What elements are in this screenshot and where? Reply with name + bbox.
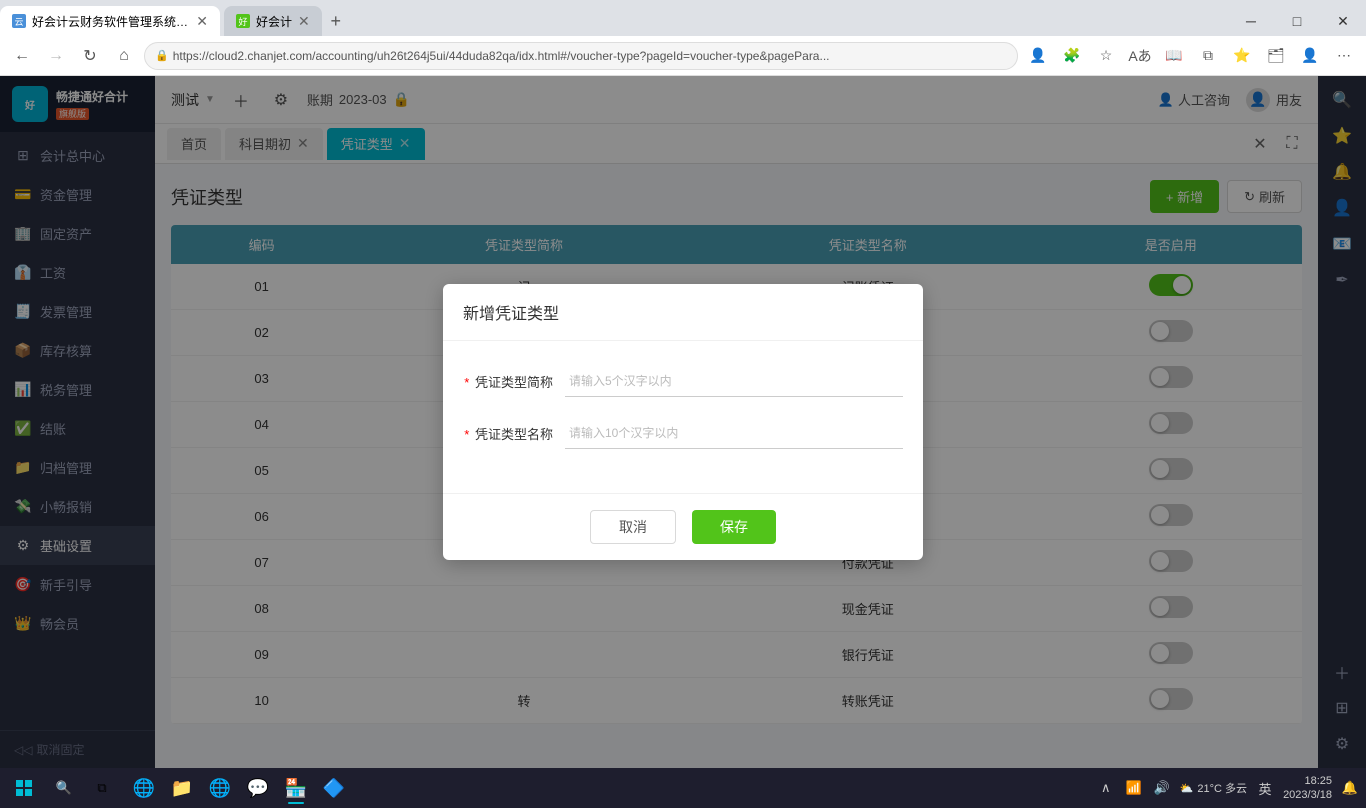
search-taskbar-button[interactable]: 🔍 (46, 770, 82, 806)
modal-footer: 取消 保存 (443, 493, 923, 560)
taskbar-right: ∧ 📶 🔊 ⛅ 21°C 多云 英 18:25 2023/3/18 🔔 (1094, 774, 1362, 803)
weather-text: 21°C 多云 (1197, 780, 1247, 796)
url-input[interactable]: 🔒 https://cloud2.chanjet.com/accounting/… (144, 42, 1018, 70)
tab-title-2: 好会计 (256, 13, 292, 30)
save-button[interactable]: 保存 (692, 510, 776, 544)
taskbar-sound-icon[interactable]: 🔊 (1150, 776, 1174, 800)
taskbar-edge-app[interactable]: 🌐 (126, 770, 162, 806)
taskbar-wechat-app[interactable]: 💬 (240, 770, 276, 806)
form-row-name: * 凭证类型名称 (463, 417, 903, 449)
home-button[interactable]: ⌂ (110, 42, 138, 70)
new-tab-button[interactable]: + (322, 7, 350, 35)
short-input[interactable] (565, 365, 903, 397)
taskbar-edge2-app[interactable]: 🔷 (316, 770, 352, 806)
extensions-button[interactable]: 🧩 (1058, 42, 1086, 70)
collection-button[interactable]: 🗂 (1262, 42, 1290, 70)
modal-body: * 凭证类型简称 * 凭证类型名称 (443, 341, 923, 493)
name-input[interactable] (565, 417, 903, 449)
tab-bar: 云 好会计云财务软件管理系统_会计 ✕ 好 好会计 ✕ + ─ □ ✕ (0, 0, 1366, 36)
taskbar: 🔍 ⧉ 🌐 📁 🌐 💬 🏪 🔷 ∧ 📶 🔊 ⛅ 21°C 多云 英 18:25 … (0, 768, 1366, 808)
name-label: * 凭证类型名称 (463, 424, 553, 443)
taskbar-sys-icons: ∧ 📶 🔊 (1094, 776, 1174, 800)
window-controls: ─ □ ✕ (1228, 6, 1366, 36)
form-row-short: * 凭证类型简称 (463, 365, 903, 397)
minimize-button[interactable]: ─ (1228, 6, 1274, 36)
add-voucher-type-modal: 新增凭证类型 * 凭证类型简称 * 凭证类型名称 取消 保存 (443, 284, 923, 560)
maximize-button[interactable]: □ (1274, 6, 1320, 36)
translate-button[interactable]: Aあ (1126, 42, 1154, 70)
taskbar-up-arrow[interactable]: ∧ (1094, 776, 1118, 800)
tab-favicon-1: 云 (12, 14, 26, 28)
avatar-button[interactable]: 👤 (1296, 42, 1324, 70)
reload-button[interactable]: ↻ (76, 42, 104, 70)
forward-button[interactable]: → (42, 42, 70, 70)
fav-button[interactable]: ⭐ (1228, 42, 1256, 70)
taskbar-apps: 🌐 📁 🌐 💬 🏪 🔷 (126, 770, 352, 806)
modal-title: 新增凭证类型 (463, 306, 559, 323)
taskbar-explorer-app[interactable]: 📁 (164, 770, 200, 806)
close-button[interactable]: ✕ (1320, 6, 1366, 36)
taskbar-chrome-app[interactable]: 🌐 (202, 770, 238, 806)
lang-label: 英 (1259, 779, 1272, 798)
lock-icon: 🔒 (155, 49, 169, 62)
back-button[interactable]: ← (8, 42, 36, 70)
task-view-button[interactable]: ⧉ (84, 770, 120, 806)
modal-overlay: 新增凭证类型 * 凭证类型简称 * 凭证类型名称 取消 保存 (0, 76, 1366, 768)
required-star-name: * (464, 427, 469, 442)
tab-close-1[interactable]: ✕ (196, 14, 208, 28)
browser-tab-2[interactable]: 好 好会计 ✕ (224, 6, 322, 36)
browser-chrome: 云 好会计云财务软件管理系统_会计 ✕ 好 好会计 ✕ + ─ □ ✕ ← → … (0, 0, 1366, 76)
taskbar-store-app[interactable]: 🏪 (278, 770, 314, 806)
read-button[interactable]: 📖 (1160, 42, 1188, 70)
taskbar-clock[interactable]: 18:25 2023/3/18 (1283, 774, 1332, 803)
start-button[interactable] (4, 770, 44, 806)
taskbar-lang-button[interactable]: 英 (1253, 776, 1277, 800)
tab-favicon-2: 好 (236, 14, 250, 28)
menu-button[interactable]: ⋯ (1330, 42, 1358, 70)
tab-title-1: 好会计云财务软件管理系统_会计 (32, 13, 190, 30)
browser-tab-active[interactable]: 云 好会计云财务软件管理系统_会计 ✕ (0, 6, 220, 36)
taskbar-notification-btn[interactable]: 🔔 (1338, 776, 1362, 800)
profile-button[interactable]: 👤 (1024, 42, 1052, 70)
weather-info: ⛅ 21°C 多云 (1180, 780, 1247, 796)
clock-date: 2023/3/18 (1283, 788, 1332, 802)
url-text: https://cloud2.chanjet.com/accounting/uh… (173, 49, 830, 63)
clock-time: 18:25 (1304, 774, 1332, 788)
address-bar: ← → ↻ ⌂ 🔒 https://cloud2.chanjet.com/acc… (0, 36, 1366, 76)
modal-header: 新增凭证类型 (443, 284, 923, 341)
short-label: * 凭证类型简称 (463, 372, 553, 391)
weather-icon: ⛅ (1180, 782, 1194, 795)
required-star-short: * (464, 375, 469, 390)
cancel-button[interactable]: 取消 (590, 510, 676, 544)
split-button[interactable]: ⧉ (1194, 42, 1222, 70)
taskbar-network-icon[interactable]: 📶 (1122, 776, 1146, 800)
bookmark-button[interactable]: ☆ (1092, 42, 1120, 70)
tab-close-2[interactable]: ✕ (298, 14, 310, 28)
